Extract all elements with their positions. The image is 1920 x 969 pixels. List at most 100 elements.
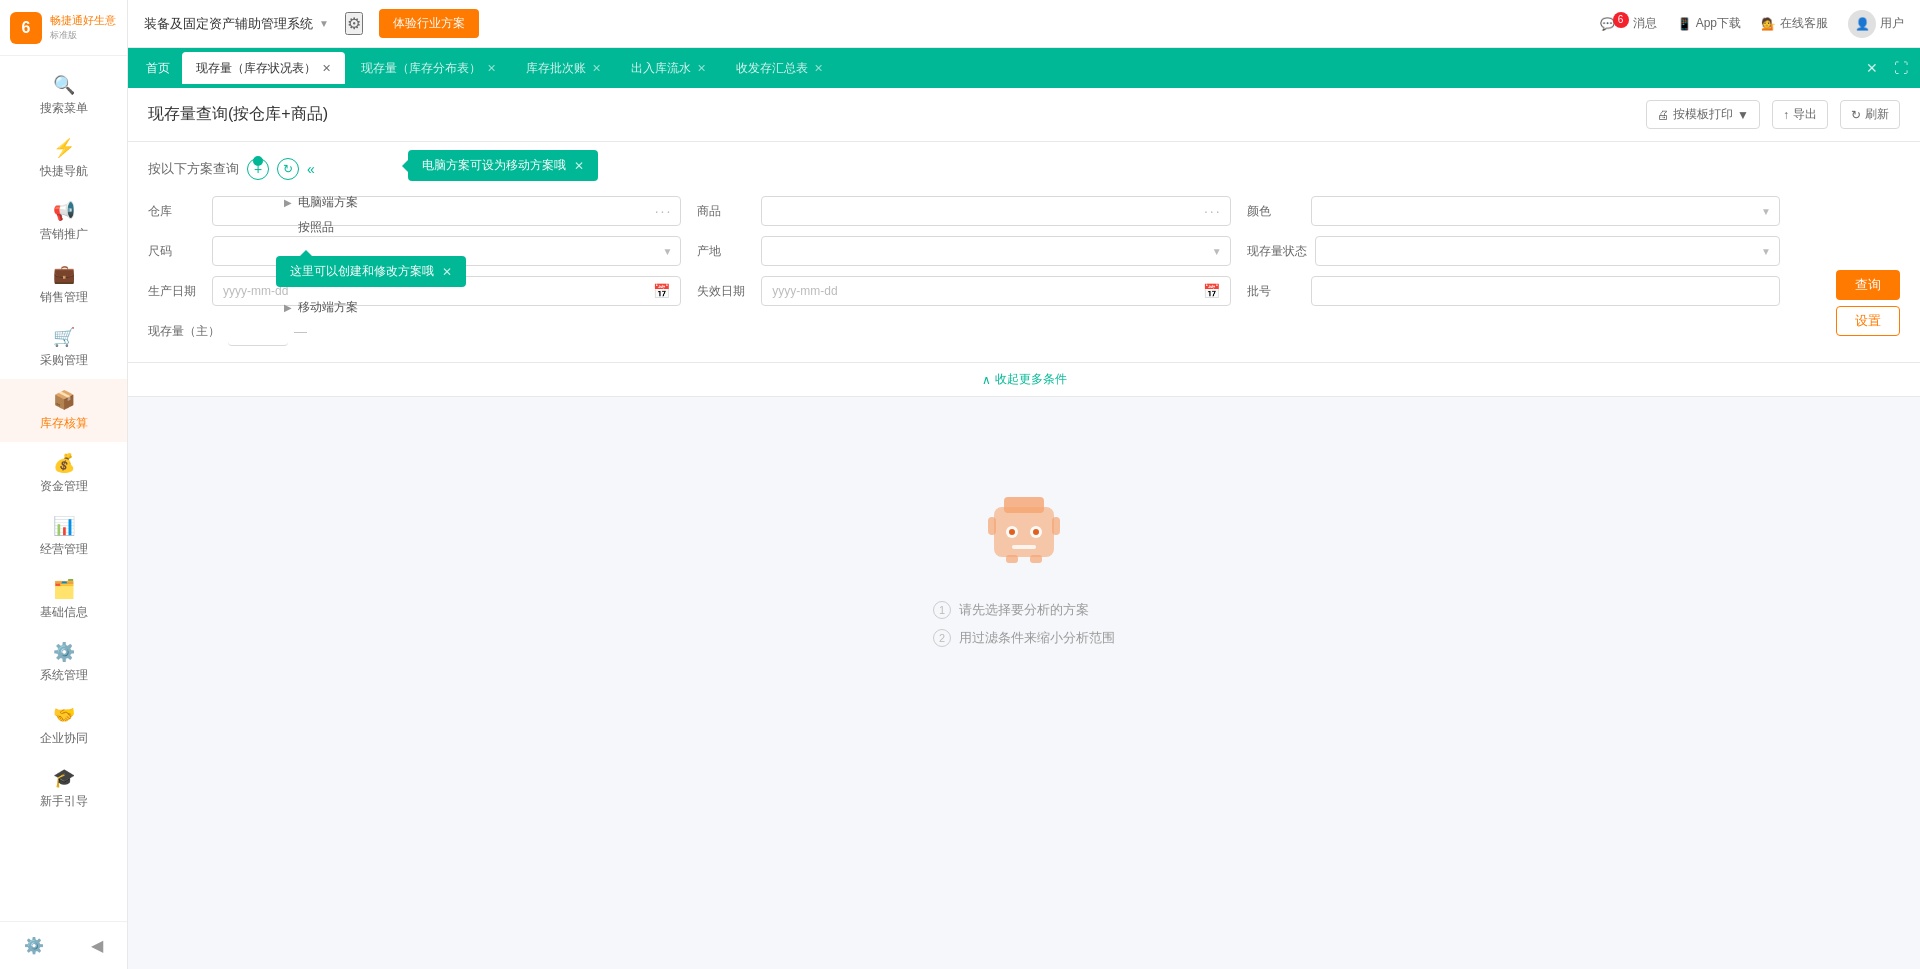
print-dropdown-icon: ▼ [1737,108,1749,122]
batch-no-input[interactable] [1311,276,1780,306]
user-item[interactable]: 👤 用户 [1848,10,1904,38]
gear-button[interactable]: ⚙ [345,12,363,35]
marketing-icon: 📢 [53,200,75,222]
page-actions: 🖨 按模板打印 ▼ ↑ 导出 ↻ 刷新 [1646,100,1900,129]
field-product: 商品 ··· [697,196,1230,226]
sidebar-item-marketing[interactable]: 📢 营销推广 [0,190,127,253]
svg-point-4 [1009,529,1015,535]
sidebar: 6 畅捷通好生意 标准版 🔍 搜索菜单 ⚡ 快捷导航 📢 营销推广 💼 销售管理… [0,0,128,969]
collapse-sidebar-btn[interactable]: ◀ [87,932,107,959]
filter-refresh-button[interactable]: ↻ [277,158,299,180]
sidebar-item-sales[interactable]: 💼 销售管理 [0,253,127,316]
color-select[interactable]: ▼ [1311,196,1780,226]
expiry-date-input[interactable]: yyyy-mm-dd 📅 [761,276,1230,306]
online-service-item[interactable]: 💁 在线客服 [1761,15,1828,32]
warehouse-dots[interactable]: ··· [655,203,673,219]
message-badge: 6 [1613,12,1629,28]
size-dropdown-icon: ▼ [662,246,672,257]
svg-rect-8 [1052,517,1060,535]
tab-inout-flow[interactable]: 出入库流水 ✕ [617,52,720,84]
product-input[interactable]: ··· [761,196,1230,226]
newbie-icon: 🎓 [53,767,75,789]
tab-expand-btn[interactable]: ⛶ [1890,56,1912,80]
quick-icon: ⚡ [53,137,75,159]
filter-back-button[interactable]: « [307,161,315,177]
sidebar-item-quick[interactable]: ⚡ 快捷导航 [0,127,127,190]
page-header: 现存量查询(按仓库+商品) 🖨 按模板打印 ▼ ↑ 导出 ↻ 刷新 [128,88,1920,142]
app-download-label: App下载 [1696,15,1741,32]
system-icon: ⚙️ [53,641,75,663]
batch-no-label: 批号 [1247,283,1303,300]
brand-name: 畅捷通好生意 [50,13,116,28]
product-dots[interactable]: ··· [1204,203,1222,219]
scheme-item-desktop[interactable]: ▶ 电脑端方案 [276,190,466,215]
filter-area: 按以下方案查询 + ↻ « 电脑方案可设为移动方案哦 ✕ ▶ [128,142,1920,363]
field-stock-status: 现存量状态 ▼ [1247,236,1780,266]
print-button[interactable]: 🖨 按模板打印 ▼ [1646,100,1760,129]
collapse-button[interactable]: ∧ 收起更多条件 [982,371,1067,388]
scheme-arrow-icon: ▶ [284,197,292,208]
origin-select[interactable]: ▼ [761,236,1230,266]
tab-home[interactable]: 首页 [136,52,180,84]
export-icon: ↑ [1783,108,1789,122]
expiry-date-calendar-icon[interactable]: 📅 [1203,283,1220,299]
sidebar-item-search[interactable]: 🔍 搜索菜单 [0,64,127,127]
tab-close-icon[interactable]: ✕ [487,62,496,75]
message-item[interactable]: 💬 6 消息 [1600,15,1657,32]
tooltip-popup-1: 电脑方案可设为移动方案哦 ✕ [408,150,598,181]
tab-close-icon[interactable]: ✕ [322,62,331,75]
size-label: 尺码 [148,243,204,260]
sidebar-item-system[interactable]: ⚙️ 系统管理 [0,631,127,694]
purchase-icon: 🛒 [53,326,75,348]
tab-close-all-btn[interactable]: ✕ [1862,56,1882,80]
export-button[interactable]: ↑ 导出 [1772,100,1828,129]
print-icon: 🖨 [1657,108,1669,122]
tooltip-close-2[interactable]: ✕ [442,265,452,279]
top-header: 装备及固定资产辅助管理系统 ▼ ⚙ 体验行业方案 💬 6 消息 📱 App下载 … [128,0,1920,48]
finance-icon: 💰 [53,452,75,474]
svg-rect-1 [1004,497,1044,513]
sidebar-item-management[interactable]: 📊 经营管理 [0,505,127,568]
refresh-button[interactable]: ↻ 刷新 [1840,100,1900,129]
sidebar-item-purchase[interactable]: 🛒 采购管理 [0,316,127,379]
tooltip-close-1[interactable]: ✕ [574,159,584,173]
scheme-item-product[interactable]: 按照品 [276,215,466,240]
tab-inventory-dist[interactable]: 现存量（库存分布表） ✕ [347,52,510,84]
sidebar-item-label: 搜索菜单 [40,100,88,117]
tab-receive-send[interactable]: 收发存汇总表 ✕ [722,52,837,84]
tooltip-scheme: 电脑方案可设为移动方案哦 ✕ [408,150,598,181]
sidebar-item-label: 经营管理 [40,541,88,558]
settings-bottom-btn[interactable]: ⚙️ [20,932,48,959]
prod-date-calendar-icon[interactable]: 📅 [653,283,670,299]
reset-button[interactable]: 设置 [1836,306,1900,336]
stock-status-select[interactable]: ▼ [1315,236,1780,266]
sidebar-item-newbie[interactable]: 🎓 新手引导 [0,757,127,820]
sidebar-item-inventory[interactable]: 📦 库存核算 [0,379,127,442]
sidebar-item-finance[interactable]: 💰 资金管理 [0,442,127,505]
scheme-item-mobile[interactable]: ▶ 移动端方案 [276,295,466,320]
sidebar-item-label: 资金管理 [40,478,88,495]
origin-dropdown-icon: ▼ [1212,246,1222,257]
header-right: 💬 6 消息 📱 App下载 💁 在线客服 👤 用户 [1600,10,1904,38]
sidebar-item-enterprise[interactable]: 🤝 企业协同 [0,694,127,757]
dropdown-arrow-icon: ▼ [319,18,329,29]
color-label: 颜色 [1247,203,1303,220]
app-download-item[interactable]: 📱 App下载 [1677,15,1741,32]
tab-close-icon[interactable]: ✕ [697,62,706,75]
range-dash: — [294,324,307,339]
sales-icon: 💼 [53,263,75,285]
expiry-date-placeholder: yyyy-mm-dd [772,284,837,298]
sidebar-item-label: 基础信息 [40,604,88,621]
tab-inventory-status[interactable]: 现存量（库存状况表） ✕ [182,52,345,84]
logo-icon: 6 [10,12,42,44]
collapse-label: 收起更多条件 [995,371,1067,388]
industry-button[interactable]: 体验行业方案 [379,9,479,38]
tab-batch[interactable]: 库存批次账 ✕ [512,52,615,84]
stock-status-dropdown-icon: ▼ [1761,246,1771,257]
page-title: 现存量查询(按仓库+商品) [148,104,328,125]
tab-close-icon[interactable]: ✕ [814,62,823,75]
sidebar-item-base-info[interactable]: 🗂️ 基础信息 [0,568,127,631]
tab-close-icon[interactable]: ✕ [592,62,601,75]
search-button[interactable]: 查询 [1836,270,1900,300]
svg-rect-0 [994,507,1054,557]
